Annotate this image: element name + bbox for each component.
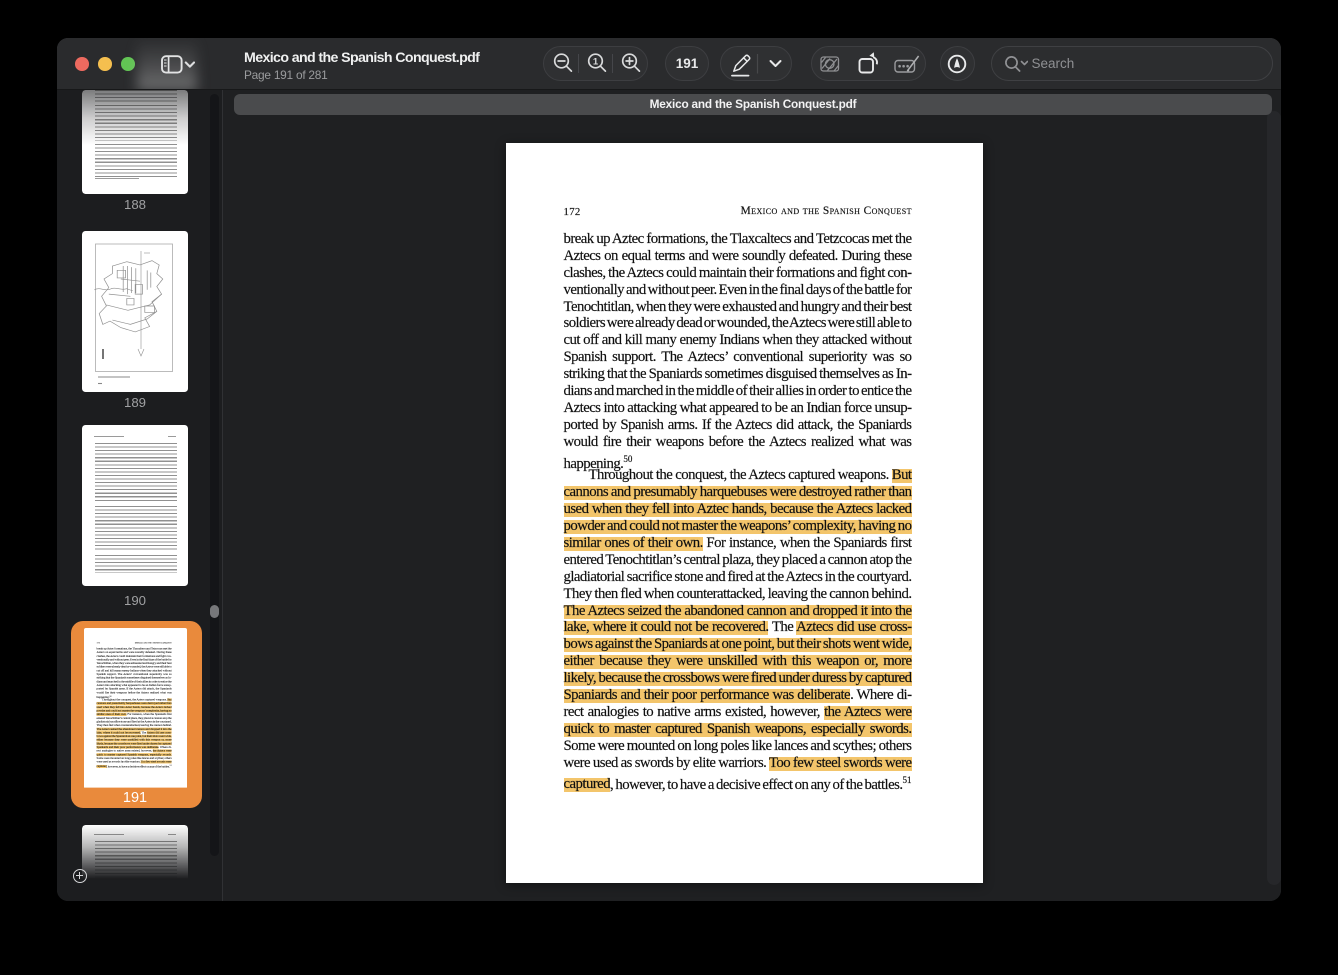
svg-text:1: 1 bbox=[593, 57, 599, 68]
